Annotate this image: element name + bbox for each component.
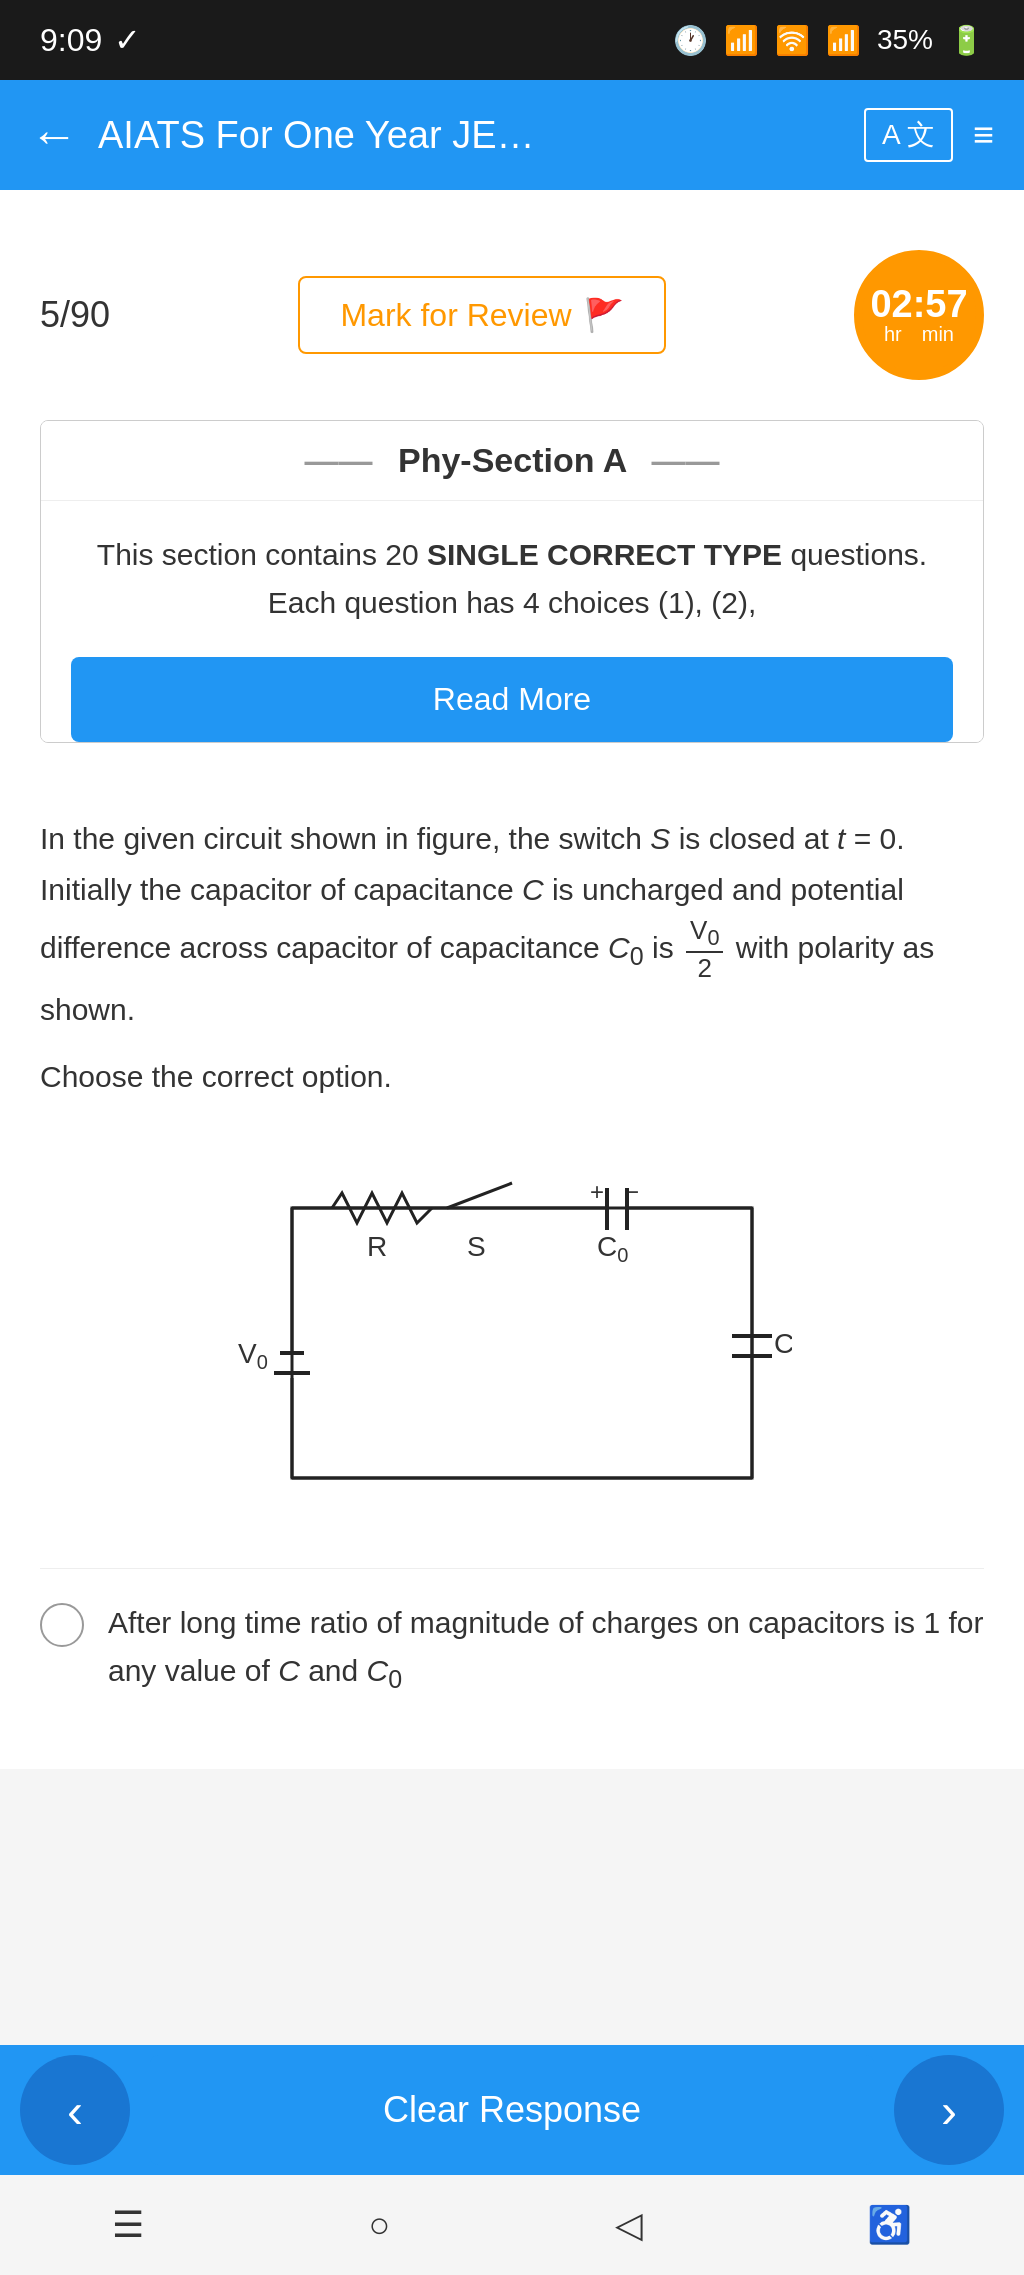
status-time: 9:09 [40,22,102,59]
battery-icon: 🔋 [949,24,984,57]
section-box: Phy-Section A This section contains 20 S… [40,420,984,743]
bottom-nav: ‹ Clear Response › [0,2045,1024,2175]
clear-response-button[interactable]: Clear Response [150,2055,874,2165]
signal-icon: 📶 [724,24,759,57]
options-section: After long time ratio of magnitude of ch… [40,1558,984,1769]
svg-text:R: R [367,1231,387,1262]
status-check-icon: ✓ [114,21,141,59]
svg-rect-0 [292,1208,752,1478]
next-button[interactable]: › [894,2055,1004,2165]
back-button[interactable]: ← [30,108,78,163]
prev-button[interactable]: ‹ [20,2055,130,2165]
timer: 02:57 hr min [854,250,984,380]
circuit-diagram: R S + − C0 [40,1178,984,1518]
wifi-icon: 🛜 [775,24,810,57]
section-title: Phy-Section A [41,421,983,501]
read-more-button[interactable]: Read More [71,657,953,742]
timer-hr-label: hr [884,323,902,346]
question-body: In the given circuit shown in figure, th… [40,783,984,1148]
section-description: This section contains 20 SINGLE CORRECT … [71,531,953,627]
fraction-v0-2: V0 2 [686,915,723,984]
status-bar: 9:09 ✓ 🕐 📶 🛜 📶 35% 🔋 [0,0,1024,80]
android-accessibility-icon[interactable]: ♿ [867,2204,912,2246]
section-title-text: Phy-Section A [398,441,626,479]
main-content: 5/90 Mark for Review 🚩 02:57 hr min Phy-… [0,190,1024,1769]
android-menu-icon[interactable]: ☰ [112,2204,144,2246]
svg-text:C: C [774,1328,792,1359]
android-home-icon[interactable]: ○ [368,2204,390,2246]
svg-text:S: S [467,1231,486,1262]
nav-bar: ← AIATS For One Year JE… A 文 ≡ [0,80,1024,190]
option-item[interactable]: After long time ratio of magnitude of ch… [40,1568,984,1729]
translate-label: A 文 [882,116,935,154]
status-time-area: 9:09 ✓ [40,21,141,59]
svg-text:+: + [590,1178,604,1205]
svg-text:C0: C0 [597,1231,628,1266]
option-radio-1[interactable] [40,1603,84,1647]
svg-text:V0: V0 [238,1338,268,1373]
question-text-1: In the given circuit shown in figure, th… [40,813,984,1035]
mark-review-label: Mark for Review [340,297,571,334]
mark-review-button[interactable]: Mark for Review 🚩 [298,276,665,354]
android-nav-bar: ☰ ○ ◁ ♿ [0,2175,1024,2275]
status-icons-area: 🕐 📶 🛜 📶 35% 🔋 [673,24,984,57]
option-text-1: After long time ratio of magnitude of ch… [108,1599,984,1699]
timer-min-label: min [922,323,954,346]
svg-line-4 [447,1183,512,1208]
section-body: This section contains 20 SINGLE CORRECT … [41,501,983,742]
battery-text: 35% [877,24,933,56]
next-icon: › [941,2083,957,2138]
alarm-icon: 🕐 [673,24,708,57]
flag-icon: 🚩 [584,296,624,334]
timer-time: 02:57 [870,285,967,323]
translate-button[interactable]: A 文 [864,108,953,162]
cellular-icon: 📶 [826,24,861,57]
menu-button[interactable]: ≡ [973,114,994,156]
question-number: 5/90 [40,294,110,336]
question-header: 5/90 Mark for Review 🚩 02:57 hr min [40,230,984,380]
circuit-svg: R S + − C0 [232,1178,792,1518]
nav-title: AIATS For One Year JE… [98,114,844,157]
question-text-2: Choose the correct option. [40,1051,984,1102]
timer-label: hr min [884,323,954,346]
prev-icon: ‹ [67,2083,83,2138]
android-back-icon[interactable]: ◁ [615,2204,643,2246]
